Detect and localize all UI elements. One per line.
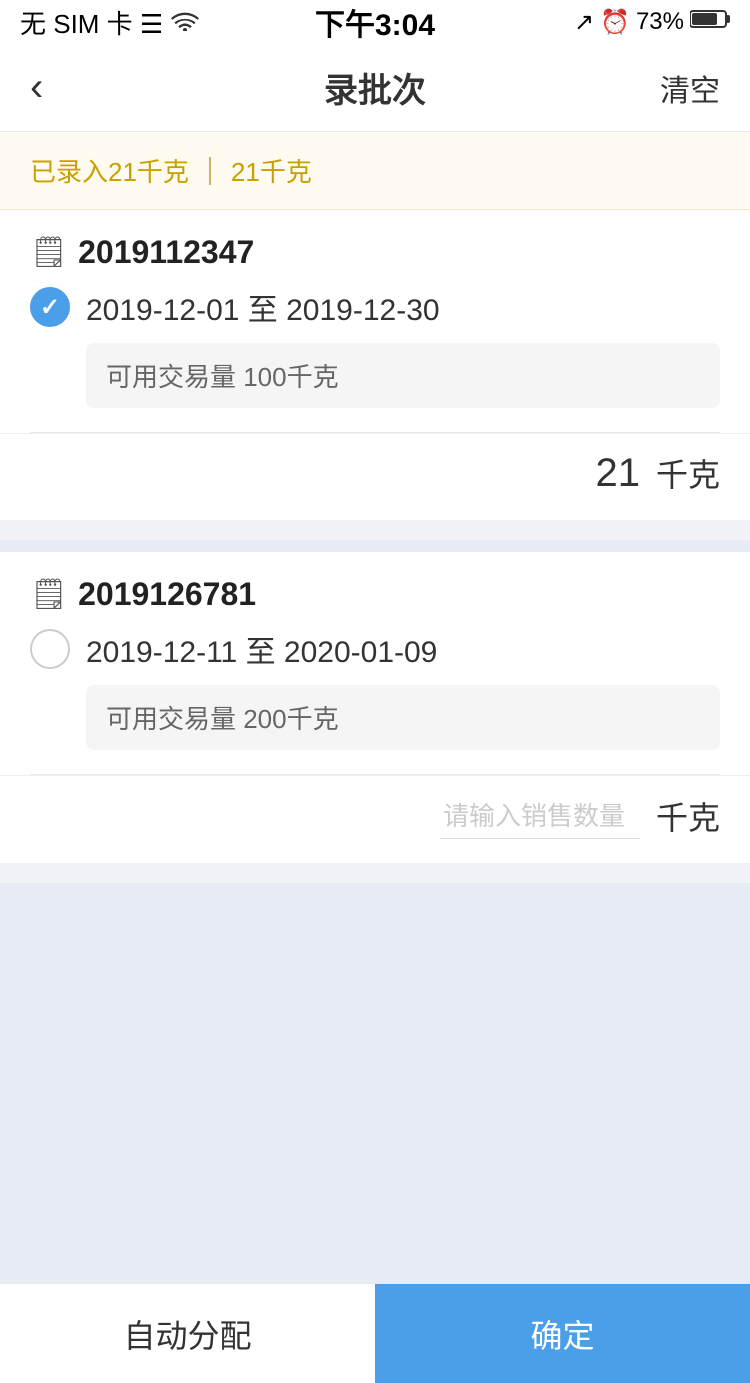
batch2-date-text: 2019-12-11 至 2020-01-09 [86,627,437,671]
batch1-radio[interactable] [30,287,70,327]
batch2-capacity: 可用交易量 200千克 [86,685,720,750]
batch1-quantity-row: 21 千克 [0,433,750,520]
batch1-quantity-value: 21 [595,451,640,496]
wifi-icon [171,7,199,38]
alarm-icon: ⏰ [600,8,630,37]
back-button[interactable]: ‹ [30,65,90,110]
batch2-radio[interactable] [30,629,70,669]
empty-area [0,883,750,1283]
status-left: 无 SIM 卡 ☰ [20,4,199,41]
batch2-id-icon: 🗒 [30,577,68,612]
bottom-bar: 自动分配 确定 [0,1283,750,1383]
clear-button[interactable]: 清空 [660,66,720,110]
batch2-date-row[interactable]: 2019-12-11 至 2020-01-09 [30,627,720,671]
batch1-id-row: 🗒 2019112347 [30,234,720,271]
recorded-amount-value: 21千克 [231,152,312,189]
batch2-id-text: 2019126781 [78,576,256,613]
batch2-quantity-row[interactable]: 千克 [0,775,750,863]
info-divider [209,157,211,185]
batch1-quantity-unit: 千克 [656,450,720,496]
batch1-id-text: 2019112347 [78,234,254,271]
batch2-quantity-input[interactable] [440,792,640,839]
batch1-date-row[interactable]: 2019-12-01 至 2019-12-30 [30,285,720,329]
info-bar: 已录入21千克 21千克 [0,132,750,210]
status-time: 下午3:04 [315,0,435,44]
batch2-quantity-unit: 千克 [656,793,720,839]
recorded-amount-label: 已录入21千克 [30,152,189,189]
section-separator [0,540,750,552]
batch1-id-icon: 🗒 [30,235,68,270]
battery-icon [690,8,730,36]
status-right: ↗ ⏰ 73% [574,8,730,37]
nav-bar: ‹ 录批次 清空 [0,44,750,132]
batch2-id-row: 🗒 2019126781 [30,576,720,613]
location-icon: ↗ [574,8,594,37]
batch-item-2: 🗒 2019126781 2019-12-11 至 2020-01-09 可用交… [0,552,750,863]
status-bar: 无 SIM 卡 ☰ 下午3:04 ↗ ⏰ 73% [0,0,750,44]
batch1-date-text: 2019-12-01 至 2019-12-30 [86,285,440,329]
batch1-capacity: 可用交易量 100千克 [86,343,720,408]
batch-item-1: 🗒 2019112347 2019-12-01 至 2019-12-30 可用交… [0,210,750,520]
nav-title: 录批次 [324,63,426,112]
sim-text: 无 SIM 卡 ☰ [20,4,163,41]
battery-text: 73% [636,8,684,36]
